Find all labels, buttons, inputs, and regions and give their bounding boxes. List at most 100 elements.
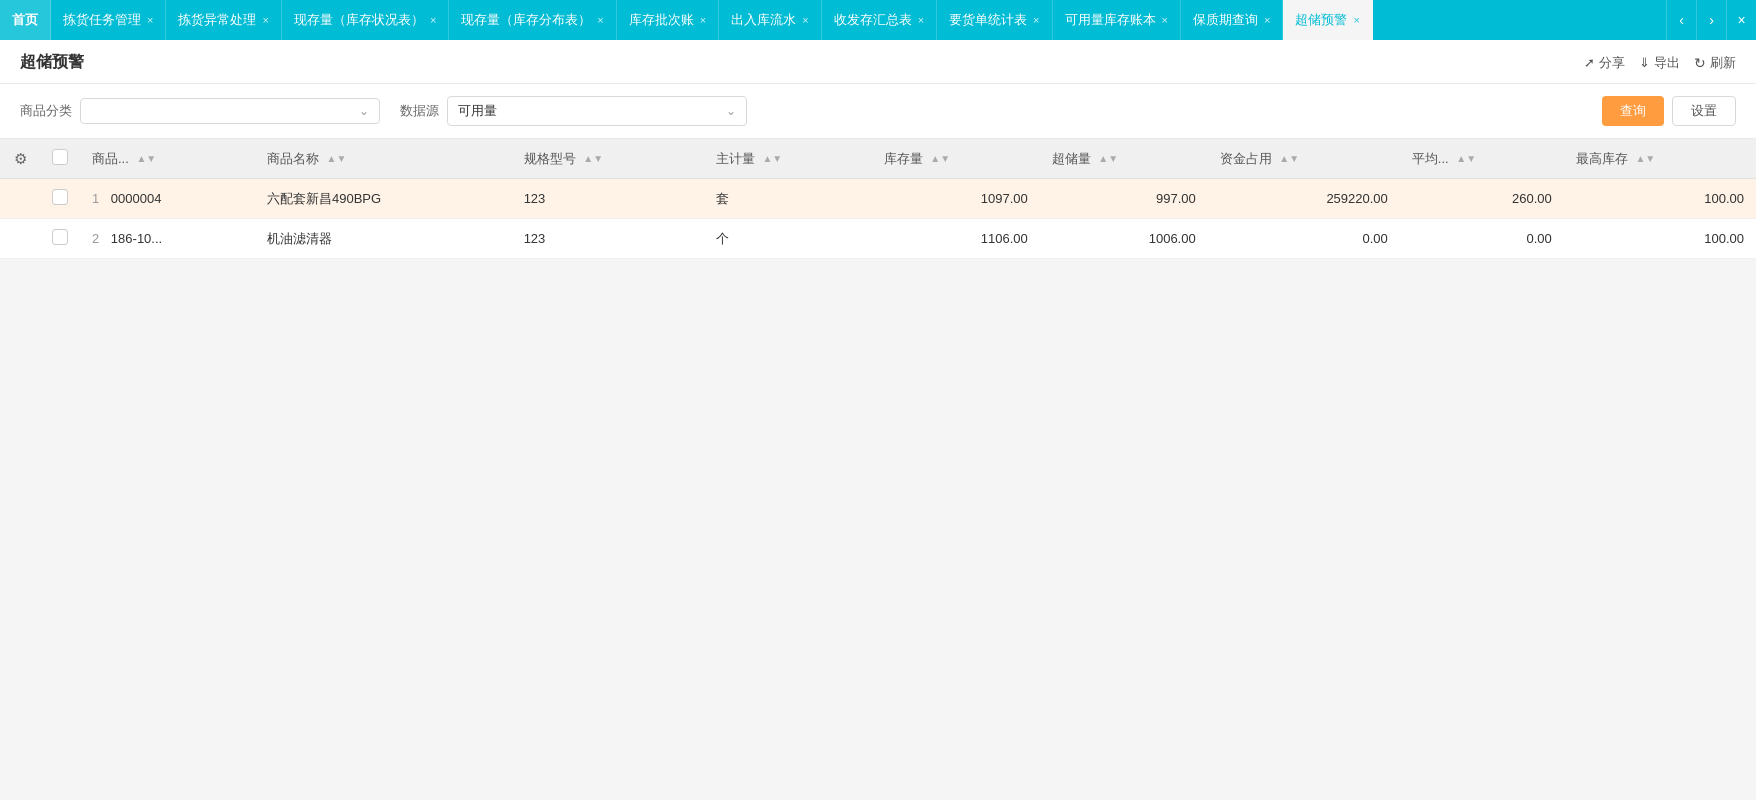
- nav-tab[interactable]: 拣货任务管理 ×: [51, 0, 166, 40]
- row-checkbox[interactable]: [52, 229, 68, 245]
- col-name-label: 商品名称: [267, 151, 319, 166]
- nav-tab[interactable]: 保质期查询×: [1181, 0, 1283, 40]
- row-checkbox-cell[interactable]: [40, 179, 80, 219]
- row-avg: 0.00: [1400, 219, 1564, 259]
- col-capital-header[interactable]: 资金占用 ▲▼: [1208, 139, 1400, 179]
- nav-close-arrow[interactable]: ×: [1726, 0, 1756, 40]
- datasource-select[interactable]: 可用量 ⌄: [447, 96, 747, 126]
- main-table: ⚙ 商品... ▲▼ 商品名称 ▲▼ 规格型号 ▲▼ 主计: [0, 139, 1756, 259]
- col-capital-sort-icon: ▲▼: [1279, 154, 1299, 164]
- col-max-header[interactable]: 最高库存 ▲▼: [1564, 139, 1756, 179]
- nav-tab[interactable]: 要货单统计表 ×: [937, 0, 1052, 40]
- row-code: 0000004: [111, 191, 162, 206]
- col-spec-header[interactable]: 规格型号 ▲▼: [512, 139, 704, 179]
- row-name: 机油滤清器: [255, 219, 512, 259]
- query-button[interactable]: 查询: [1602, 96, 1664, 126]
- col-settings-header[interactable]: ⚙: [0, 139, 40, 179]
- share-label: 分享: [1599, 54, 1625, 72]
- nav-tab-close-icon[interactable]: ×: [1162, 14, 1168, 26]
- row-checkbox-cell[interactable]: [40, 219, 80, 259]
- col-over-label: 超储量: [1052, 151, 1091, 166]
- row-over: 1006.00: [1040, 219, 1208, 259]
- category-filter-label: 商品分类: [20, 102, 72, 120]
- col-checkbox-header[interactable]: [40, 139, 80, 179]
- nav-tab-close-icon[interactable]: ×: [700, 14, 706, 26]
- refresh-button[interactable]: ↻ 刷新: [1694, 54, 1736, 72]
- col-stock-sort-icon: ▲▼: [930, 154, 950, 164]
- col-code-header[interactable]: 商品... ▲▼: [80, 139, 255, 179]
- col-name-header[interactable]: 商品名称 ▲▼: [255, 139, 512, 179]
- row-name: 六配套新昌490BPG: [255, 179, 512, 219]
- nav-tab[interactable]: 超储预警 ×: [1283, 0, 1372, 40]
- row-stock: 1106.00: [872, 219, 1040, 259]
- datasource-select-value: 可用量: [458, 102, 497, 120]
- col-code-sort-icon: ▲▼: [136, 154, 156, 164]
- col-unit-label: 主计量: [716, 151, 755, 166]
- datasource-filter-group: 数据源 可用量 ⌄: [400, 96, 747, 126]
- nav-tab-close-icon[interactable]: ×: [918, 14, 924, 26]
- row-index: 2: [92, 231, 99, 246]
- row-avg: 260.00: [1400, 179, 1564, 219]
- nav-tab-close-icon[interactable]: ×: [802, 14, 808, 26]
- col-over-header[interactable]: 超储量 ▲▼: [1040, 139, 1208, 179]
- filter-actions: 查询 设置: [1602, 96, 1736, 126]
- row-checkbox[interactable]: [52, 189, 68, 205]
- category-select[interactable]: ⌄: [80, 98, 380, 124]
- col-avg-header[interactable]: 平均... ▲▼: [1400, 139, 1564, 179]
- category-filter-group: 商品分类 ⌄: [20, 98, 380, 124]
- nav-tab-close-icon[interactable]: ×: [1353, 14, 1359, 26]
- settings-button[interactable]: 设置: [1672, 96, 1736, 126]
- export-icon: ⇓: [1639, 55, 1650, 70]
- nav-tab-label: 现存量（库存状况表）: [294, 11, 424, 29]
- category-chevron-icon: ⌄: [359, 104, 369, 118]
- nav-tab[interactable]: 收发存汇总表×: [822, 0, 937, 40]
- nav-tab[interactable]: 现存量（库存分布表） ×: [449, 0, 616, 40]
- nav-tab-close-icon[interactable]: ×: [430, 14, 436, 26]
- row-spec: 123: [512, 219, 704, 259]
- nav-tab-label: 要货单统计表: [949, 11, 1027, 29]
- nav-tab[interactable]: 库存批次账×: [617, 0, 719, 40]
- export-button[interactable]: ⇓ 导出: [1639, 54, 1680, 72]
- nav-tab-close-icon[interactable]: ×: [147, 14, 153, 26]
- table-row: 1 0000004 六配套新昌490BPG 123 套 1097.00 997.…: [0, 179, 1756, 219]
- nav-tab[interactable]: 出入库流水×: [719, 0, 821, 40]
- nav-next-arrow[interactable]: ›: [1696, 0, 1726, 40]
- row-spec: 123: [512, 179, 704, 219]
- nav-bar: 首页 拣货任务管理×拣货异常处理×现存量（库存状况表）×现存量（库存分布表）×库…: [0, 0, 1756, 40]
- row-max: 100.00: [1564, 179, 1756, 219]
- col-stock-label: 库存量: [884, 151, 923, 166]
- page-header: 超储预警 ➚ 分享 ⇓ 导出 ↻ 刷新: [0, 40, 1756, 84]
- col-spec-label: 规格型号: [524, 151, 576, 166]
- nav-tab-label: 超储预警: [1295, 11, 1347, 29]
- col-unit-sort-icon: ▲▼: [762, 154, 782, 164]
- datasource-chevron-icon: ⌄: [726, 104, 736, 118]
- col-capital-label: 资金占用: [1220, 151, 1272, 166]
- nav-tab-close-icon[interactable]: ×: [1033, 14, 1039, 26]
- nav-tab[interactable]: 拣货异常处理 ×: [166, 0, 281, 40]
- nav-tab[interactable]: 可用量库存账本×: [1053, 0, 1181, 40]
- nav-home[interactable]: 首页: [0, 0, 51, 40]
- header-checkbox[interactable]: [52, 149, 68, 165]
- table-header-row: ⚙ 商品... ▲▼ 商品名称 ▲▼ 规格型号 ▲▼ 主计: [0, 139, 1756, 179]
- settings-gear-icon[interactable]: ⚙: [14, 150, 27, 167]
- nav-tab-label: 现存量（库存分布表）: [461, 11, 591, 29]
- row-unit: 个: [704, 219, 872, 259]
- col-over-sort-icon: ▲▼: [1098, 154, 1118, 164]
- nav-tab-close-icon[interactable]: ×: [1264, 14, 1270, 26]
- share-button[interactable]: ➚ 分享: [1584, 54, 1625, 72]
- nav-tab-label: 拣货异常处理: [178, 11, 256, 29]
- col-stock-header[interactable]: 库存量 ▲▼: [872, 139, 1040, 179]
- nav-tab-close-icon[interactable]: ×: [597, 14, 603, 26]
- col-max-label: 最高库存: [1576, 151, 1628, 166]
- share-icon: ➚: [1584, 55, 1595, 70]
- col-spec-sort-icon: ▲▼: [583, 154, 603, 164]
- export-label: 导出: [1654, 54, 1680, 72]
- nav-tab-close-icon[interactable]: ×: [262, 14, 268, 26]
- row-unit: 套: [704, 179, 872, 219]
- nav-tab[interactable]: 现存量（库存状况表） ×: [282, 0, 449, 40]
- col-unit-header[interactable]: 主计量 ▲▼: [704, 139, 872, 179]
- nav-tab-label: 拣货任务管理: [63, 11, 141, 29]
- nav-prev-arrow[interactable]: ‹: [1666, 0, 1696, 40]
- row-max: 100.00: [1564, 219, 1756, 259]
- col-avg-label: 平均...: [1412, 151, 1449, 166]
